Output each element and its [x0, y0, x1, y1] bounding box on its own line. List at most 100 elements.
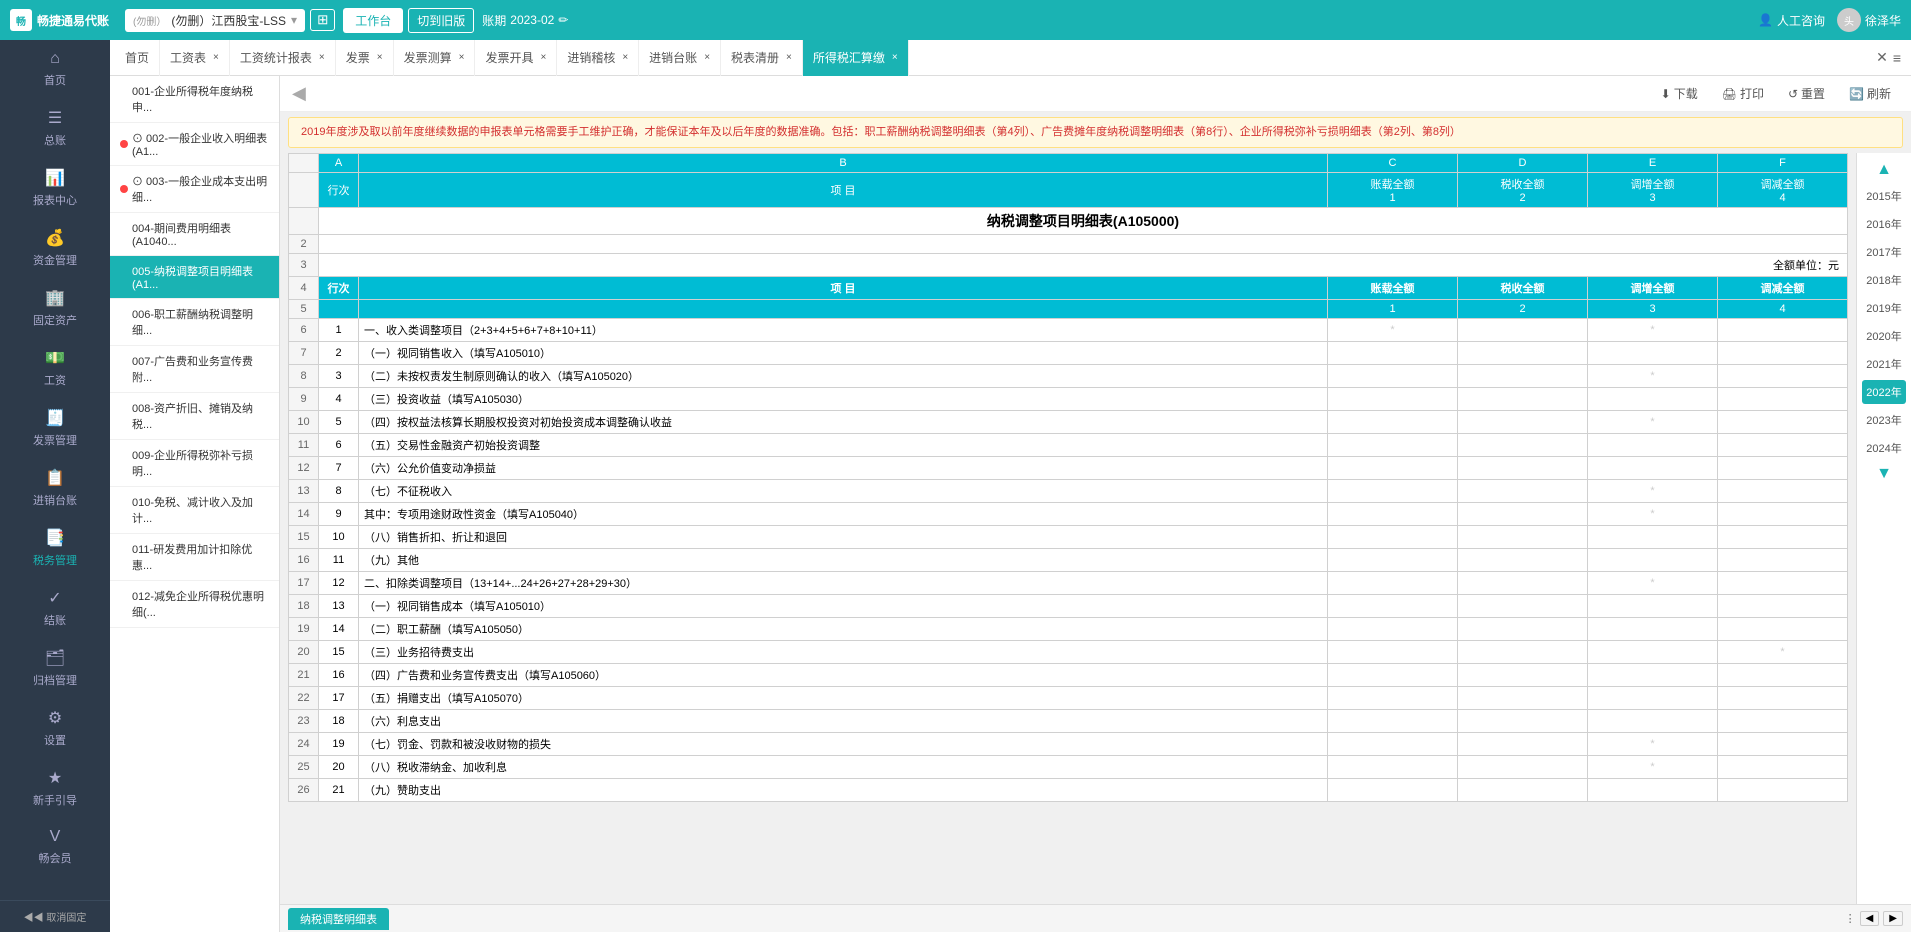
tab-income-tax[interactable]: 所得税汇算缴 ×: [803, 40, 909, 76]
tab-invoice-calc[interactable]: 发票测算 ×: [394, 40, 476, 76]
tab-purchase-ledger[interactable]: 进销台账 ×: [639, 40, 721, 76]
col-a-16[interactable]: 17: [319, 686, 359, 709]
table-row[interactable]: 10 5 （四）按权益法核算长期股权投资对初始投资成本调整确认收益 *: [289, 410, 1848, 433]
col-d-0[interactable]: [1458, 318, 1588, 341]
col-f-1[interactable]: [1718, 341, 1848, 364]
col-d-6[interactable]: [1458, 456, 1588, 479]
scroll-right-button[interactable]: ▶: [1883, 911, 1903, 926]
col-b-10[interactable]: （九）其他: [359, 548, 1328, 571]
col-c-16[interactable]: [1328, 686, 1458, 709]
col-d-7[interactable]: [1458, 479, 1588, 502]
left-panel-item-011[interactable]: 011-研发费用加计扣除优惠...: [110, 534, 279, 581]
col-a-6[interactable]: 7: [319, 456, 359, 479]
col-c-10[interactable]: [1328, 548, 1458, 571]
tab-close-purchase-check[interactable]: ×: [622, 52, 628, 63]
left-panel-item-007[interactable]: 007-广告费和业务宣传费附...: [110, 346, 279, 393]
sidebar-item-invoice[interactable]: 🧾 发票管理: [0, 398, 110, 458]
table-row[interactable]: 8 3 （二）未按权责发生制原则确认的收入（填写A105020） *: [289, 364, 1848, 387]
col-b-19[interactable]: （八）税收滞纳金、加收利息: [359, 755, 1328, 778]
col-d-1[interactable]: [1458, 341, 1588, 364]
table-row[interactable]: 19 14 （二）职工薪酬（填写A105050）: [289, 617, 1848, 640]
reset-button[interactable]: ↺ 重置: [1780, 82, 1833, 105]
table-row[interactable]: 24 19 （七）罚金、罚款和被没收财物的损失 *: [289, 732, 1848, 755]
left-panel-item-006[interactable]: 006-职工薪酬纳税调整明细...: [110, 299, 279, 346]
col-a-12[interactable]: 13: [319, 594, 359, 617]
left-panel-item-012[interactable]: 012-减免企业所得税优惠明细(...: [110, 581, 279, 628]
col-a-5[interactable]: 6: [319, 433, 359, 456]
sidebar-item-assets[interactable]: 🏢 固定资产: [0, 278, 110, 338]
col-d-9[interactable]: [1458, 525, 1588, 548]
tab-home[interactable]: 首页: [115, 40, 160, 76]
col-b-15[interactable]: （四）广告费和业务宣传费支出（填写A105060）: [359, 663, 1328, 686]
col-a-14[interactable]: 15: [319, 640, 359, 663]
year-2022[interactable]: 2022年: [1862, 380, 1906, 404]
col-b-4[interactable]: （四）按权益法核算长期股权投资对初始投资成本调整确认收益: [359, 410, 1328, 433]
tab-close-tax-list[interactable]: ×: [786, 52, 792, 63]
year-2020[interactable]: 2020年: [1862, 324, 1906, 348]
tab-more-button[interactable]: ≡: [1893, 50, 1901, 66]
col-f-7[interactable]: [1718, 479, 1848, 502]
tab-close-salary[interactable]: ×: [213, 52, 219, 63]
sidebar-item-close[interactable]: ✓ 结账: [0, 578, 110, 638]
sidebar-item-reports[interactable]: 📊 报表中心: [0, 158, 110, 218]
sidebar-item-tax[interactable]: 📑 税务管理: [0, 518, 110, 578]
year-2017[interactable]: 2017年: [1862, 240, 1906, 264]
sidebar-item-purchase[interactable]: 📋 进销台账: [0, 458, 110, 518]
col-e-2[interactable]: *: [1588, 364, 1718, 387]
sidebar-item-ledger[interactable]: ☰ 总账: [0, 98, 110, 158]
col-c-17[interactable]: [1328, 709, 1458, 732]
col-d-10[interactable]: [1458, 548, 1588, 571]
table-row[interactable]: 17 12 二、扣除类调整项目（13+14+...24+26+27+28+29+…: [289, 571, 1848, 594]
col-d-19[interactable]: [1458, 755, 1588, 778]
year-2024[interactable]: 2024年: [1862, 436, 1906, 460]
switch-version-button[interactable]: 切到旧版: [408, 8, 474, 33]
table-row[interactable]: 16 11 （九）其他: [289, 548, 1848, 571]
col-f-13[interactable]: [1718, 617, 1848, 640]
table-row[interactable]: 20 15 （三）业务招待费支出 *: [289, 640, 1848, 663]
tab-salary[interactable]: 工资表 ×: [160, 40, 230, 76]
col-b-18[interactable]: （七）罚金、罚款和被没收财物的损失: [359, 732, 1328, 755]
sidebar-item-settings[interactable]: ⚙ 设置: [0, 698, 110, 758]
col-b-7[interactable]: （七）不征税收入: [359, 479, 1328, 502]
year-2021[interactable]: 2021年: [1862, 352, 1906, 376]
tab-tax-list[interactable]: 税表清册 ×: [721, 40, 803, 76]
bottom-tab-adjust[interactable]: 纳税调整明细表: [288, 908, 389, 930]
col-d-5[interactable]: [1458, 433, 1588, 456]
table-row[interactable]: 26 21 （九）赞助支出: [289, 778, 1848, 801]
col-d-13[interactable]: [1458, 617, 1588, 640]
col-e-14[interactable]: [1588, 640, 1718, 663]
year-2019[interactable]: 2019年: [1862, 296, 1906, 320]
col-c-9[interactable]: [1328, 525, 1458, 548]
sidebar-item-guide[interactable]: ★ 新手引导: [0, 758, 110, 818]
col-e-5[interactable]: [1588, 433, 1718, 456]
col-d-2[interactable]: [1458, 364, 1588, 387]
left-panel-item-009[interactable]: 009-企业所得税弥补亏损明...: [110, 440, 279, 487]
col-c-5[interactable]: [1328, 433, 1458, 456]
year-scroll-down[interactable]: ▼: [1873, 462, 1895, 486]
col-e-15[interactable]: [1588, 663, 1718, 686]
col-f-16[interactable]: [1718, 686, 1848, 709]
col-b-0[interactable]: 一、收入类调整项目（2+3+4+5+6+7+8+10+11）: [359, 318, 1328, 341]
sidebar-item-home[interactable]: ⌂ 首页: [0, 40, 110, 98]
col-a-9[interactable]: 10: [319, 525, 359, 548]
col-d-16[interactable]: [1458, 686, 1588, 709]
col-d-3[interactable]: [1458, 387, 1588, 410]
col-c-6[interactable]: [1328, 456, 1458, 479]
col-a-13[interactable]: 14: [319, 617, 359, 640]
table-row[interactable]: 23 18 （六）利息支出: [289, 709, 1848, 732]
table-row[interactable]: 7 2 （一）视同销售收入（填写A105010）: [289, 341, 1848, 364]
col-d-17[interactable]: [1458, 709, 1588, 732]
col-a-10[interactable]: 11: [319, 548, 359, 571]
col-f-18[interactable]: [1718, 732, 1848, 755]
table-row[interactable]: 13 8 （七）不征税收入 *: [289, 479, 1848, 502]
table-row[interactable]: 21 16 （四）广告费和业务宣传费支出（填写A105060）: [289, 663, 1848, 686]
col-c-8[interactable]: [1328, 502, 1458, 525]
col-a-4[interactable]: 5: [319, 410, 359, 433]
tab-close-purchase-ledger[interactable]: ×: [704, 52, 710, 63]
col-b-9[interactable]: （八）销售折扣、折让和退回: [359, 525, 1328, 548]
col-b-14[interactable]: （三）业务招待费支出: [359, 640, 1328, 663]
table-row[interactable]: 15 10 （八）销售折扣、折让和退回: [289, 525, 1848, 548]
col-f-19[interactable]: [1718, 755, 1848, 778]
sidebar-item-salary[interactable]: 💵 工资: [0, 338, 110, 398]
col-b-8[interactable]: 其中：专项用途财政性资金（填写A105040）: [359, 502, 1328, 525]
